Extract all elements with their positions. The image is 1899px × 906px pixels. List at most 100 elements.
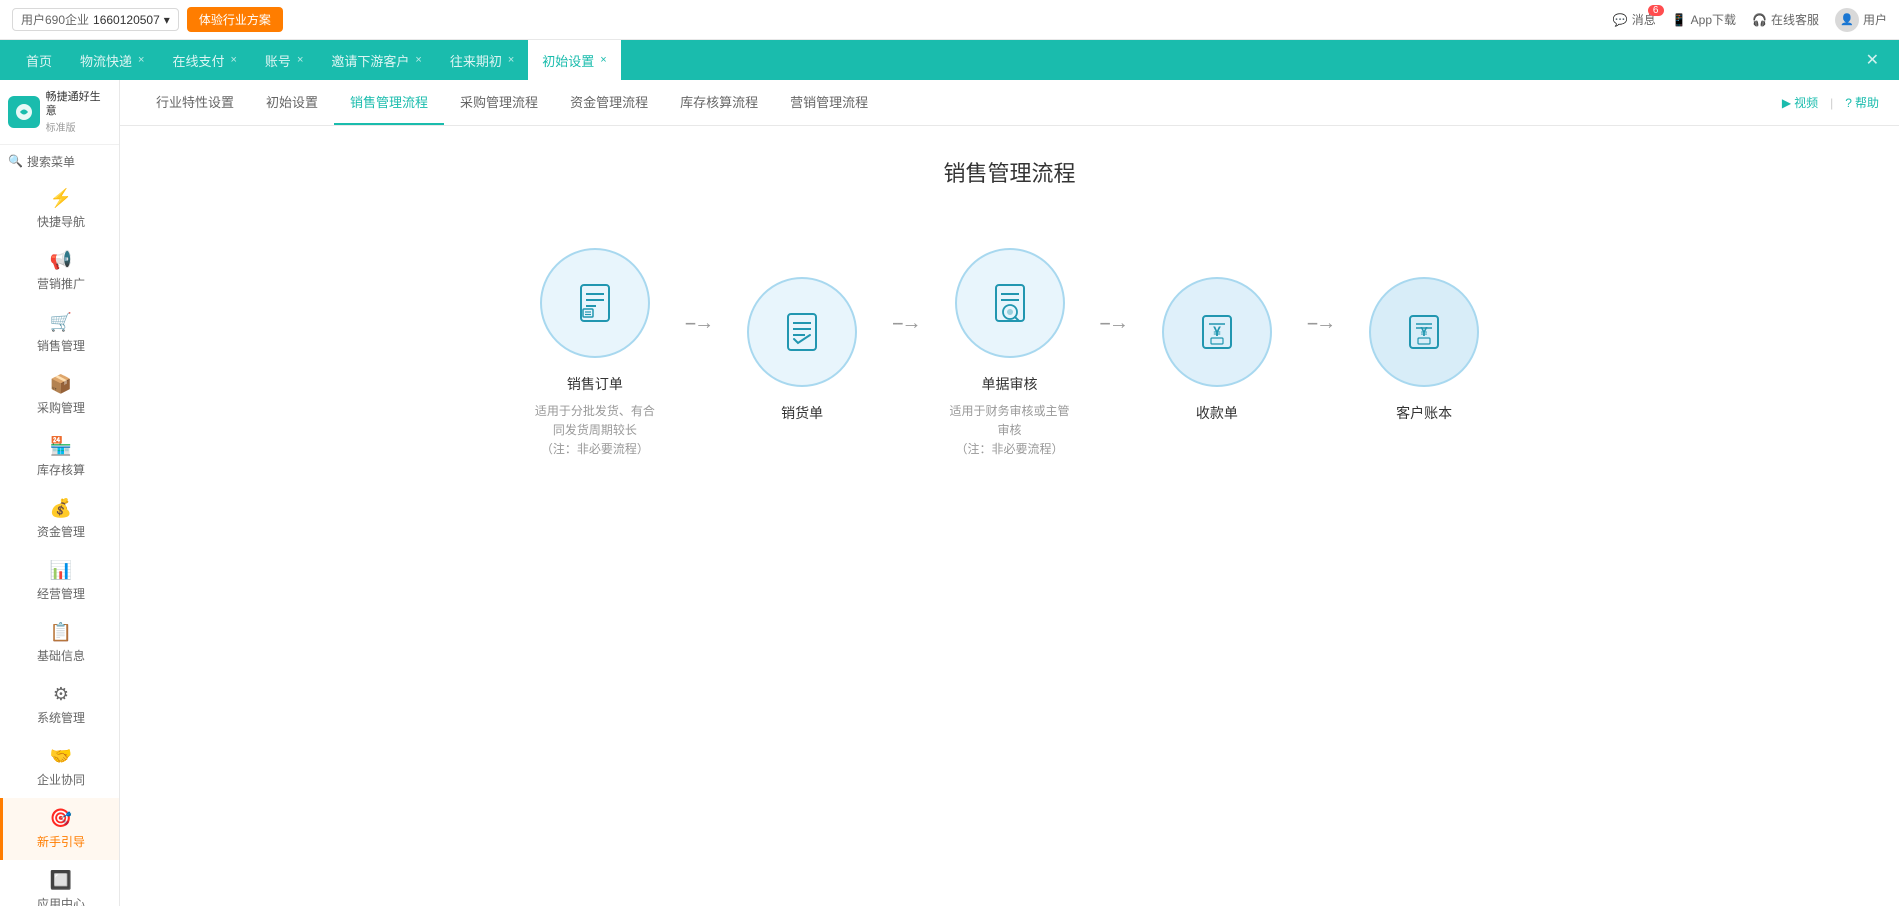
close-icon[interactable]: ×	[230, 54, 236, 66]
sidebar-item-inventory[interactable]: 🏪 库存核算	[0, 426, 119, 488]
review-desc: 适用于财务审核或主管审核（注：非必要流程）	[945, 402, 1075, 460]
sub-tab-inventory-flow[interactable]: 库存核算流程	[664, 80, 774, 125]
tab-home[interactable]: 首页	[12, 40, 66, 80]
tab-logistics[interactable]: 物流快递 ×	[66, 40, 158, 80]
basic-icon: 📋	[50, 622, 72, 643]
sub-tab-finance-flow-label: 资金管理流程	[570, 95, 648, 110]
close-icon[interactable]: ×	[297, 54, 303, 66]
invoice-circle	[747, 277, 857, 387]
sidebar-item-finance[interactable]: 💰 资金管理	[0, 488, 119, 550]
sub-tab-finance-flow[interactable]: 资金管理流程	[554, 80, 664, 125]
sub-tab-right-actions: ▶ 视频 | ? 帮助	[1782, 94, 1879, 111]
message-icon: 💬	[1613, 13, 1628, 27]
sales-order-circle	[540, 248, 650, 358]
flow-arrow-3: --→	[1100, 312, 1127, 335]
flow-arrow-4: --→	[1307, 312, 1334, 335]
user-label: 用户690企业	[21, 11, 89, 28]
sales-order-desc: 适用于分批发货、有合同发货周期较长（注：非必要流程）	[530, 402, 660, 460]
close-icon[interactable]: ×	[415, 54, 421, 66]
sub-tab-marketing-flow[interactable]: 营销管理流程	[774, 80, 884, 125]
sub-tab-inventory-flow-label: 库存核算流程	[680, 95, 758, 110]
app-icon: 📱	[1672, 13, 1687, 27]
avatar: 👤	[1835, 8, 1859, 32]
help-icon: ?	[1845, 96, 1852, 110]
close-icon[interactable]: ×	[600, 54, 606, 66]
logo-subtitle: 标准版	[46, 119, 111, 134]
sidebar-item-operation[interactable]: 📊 经营管理	[0, 550, 119, 612]
sidebar-logo: 畅捷通好生意 标准版	[0, 80, 119, 145]
tab-invite[interactable]: 邀请下游客户 ×	[317, 40, 435, 80]
sidebar-item-purchase[interactable]: 📦 采购管理	[0, 364, 119, 426]
flow-step-invoice: 销货单	[722, 277, 882, 431]
logo-title: 畅捷通好生意	[46, 90, 111, 119]
help-button[interactable]: ? 帮助	[1845, 94, 1879, 111]
message-button[interactable]: 💬 消息 6	[1613, 11, 1656, 28]
sidebar-item-enterprise[interactable]: 🤝 企业协同	[0, 736, 119, 798]
search-menu-label: 搜索菜单	[27, 153, 75, 170]
sidebar-item-appstore[interactable]: 🔲 应用中心	[0, 860, 119, 906]
video-label: 视频	[1794, 94, 1818, 111]
sidebar-item-label: 经营管理	[37, 585, 85, 602]
sub-tab-sales-flow[interactable]: 销售管理流程	[334, 80, 444, 125]
finance-icon: 💰	[50, 498, 72, 519]
sub-tab-marketing-flow-label: 营销管理流程	[790, 95, 868, 110]
user-selector[interactable]: 用户690企业 1660120507 ▾	[12, 8, 179, 31]
sidebar-item-marketing[interactable]: 📢 营销推广	[0, 240, 119, 302]
tab-initial-setup[interactable]: 初始设置 ×	[528, 40, 620, 80]
top-bar: 用户690企业 1660120507 ▾ 体验行业方案 💬 消息 6 📱 App…	[0, 0, 1899, 40]
sub-tab-sales-flow-label: 销售管理流程	[350, 95, 428, 110]
operation-icon: 📊	[50, 560, 72, 581]
sidebar-item-label: 采购管理	[37, 399, 85, 416]
sales-icon: 🛒	[50, 312, 72, 333]
enterprise-icon: 🤝	[50, 746, 72, 767]
tab-opening-label: 往来期初	[450, 51, 502, 70]
sidebar-item-system[interactable]: ⚙ 系统管理	[0, 674, 119, 736]
app-download-button[interactable]: 📱 App下载	[1672, 11, 1736, 28]
receipt-circle: ¥	[1162, 277, 1272, 387]
receipt-label: 收款单	[1196, 403, 1238, 423]
app-download-label: App下载	[1691, 11, 1736, 28]
video-button[interactable]: ▶ 视频	[1782, 94, 1818, 111]
svg-text:¥: ¥	[1421, 324, 1429, 339]
trial-button[interactable]: 体验行业方案	[187, 7, 283, 32]
top-bar-left: 用户690企业 1660120507 ▾ 体验行业方案	[12, 7, 283, 32]
sidebar-item-label: 库存核算	[37, 461, 85, 478]
sidebar-item-label: 快捷导航	[37, 213, 85, 230]
sub-tab-industry-label: 行业特性设置	[156, 95, 234, 110]
nav-tabs: 首页 物流快递 × 在线支付 × 账号 × 邀请下游客户 × 往来期初 × 初始…	[0, 40, 1899, 80]
sidebar-item-sales[interactable]: 🛒 销售管理	[0, 302, 119, 364]
sales-order-label: 销售订单	[567, 374, 623, 394]
logo-text-block: 畅捷通好生意 标准版	[46, 90, 111, 134]
user-profile-button[interactable]: 👤 用户	[1835, 8, 1887, 32]
tab-account[interactable]: 账号 ×	[251, 40, 317, 80]
sidebar-item-label: 系统管理	[37, 709, 85, 726]
sidebar-item-label: 应用中心	[37, 895, 85, 906]
sub-tab-initial[interactable]: 初始设置	[250, 80, 334, 125]
search-menu-button[interactable]: 🔍 搜索菜单	[0, 145, 119, 178]
tab-initial-setup-label: 初始设置	[542, 51, 594, 70]
appstore-icon: 🔲	[50, 870, 72, 891]
flow-arrow-1: --→	[685, 312, 712, 335]
sub-tab-industry[interactable]: 行业特性设置	[140, 80, 250, 125]
close-icon[interactable]: ×	[508, 54, 514, 66]
invoice-label: 销货单	[781, 403, 823, 423]
sidebar-item-newbie[interactable]: 🎯 新手引导	[0, 798, 119, 860]
online-service-button[interactable]: 🎧 在线客服	[1752, 11, 1819, 28]
close-icon[interactable]: ×	[138, 54, 144, 66]
review-circle	[955, 248, 1065, 358]
tab-payment[interactable]: 在线支付 ×	[158, 40, 250, 80]
sidebar-item-label: 资金管理	[37, 523, 85, 540]
logo-icon	[8, 96, 40, 128]
sidebar-item-basic[interactable]: 📋 基础信息	[0, 612, 119, 674]
marketing-icon: 📢	[50, 250, 72, 271]
sidebar-item-quick-nav[interactable]: ⚡ 快捷导航	[0, 178, 119, 240]
sidebar-item-label: 营销推广	[37, 275, 85, 292]
top-bar-right: 💬 消息 6 📱 App下载 🎧 在线客服 👤 用户	[1613, 8, 1887, 32]
tab-logistics-label: 物流快递	[80, 51, 132, 70]
main-layout: 畅捷通好生意 标准版 🔍 搜索菜单 ⚡ 快捷导航 📢 营销推广 🛒 销售管理 📦…	[0, 80, 1899, 906]
tab-opening[interactable]: 往来期初 ×	[436, 40, 528, 80]
flow-arrow-2: --→	[892, 312, 919, 335]
svg-text:¥: ¥	[1213, 323, 1221, 339]
sub-tab-purchase-flow[interactable]: 采购管理流程	[444, 80, 554, 125]
nav-close-button[interactable]: ✕	[1858, 50, 1887, 70]
